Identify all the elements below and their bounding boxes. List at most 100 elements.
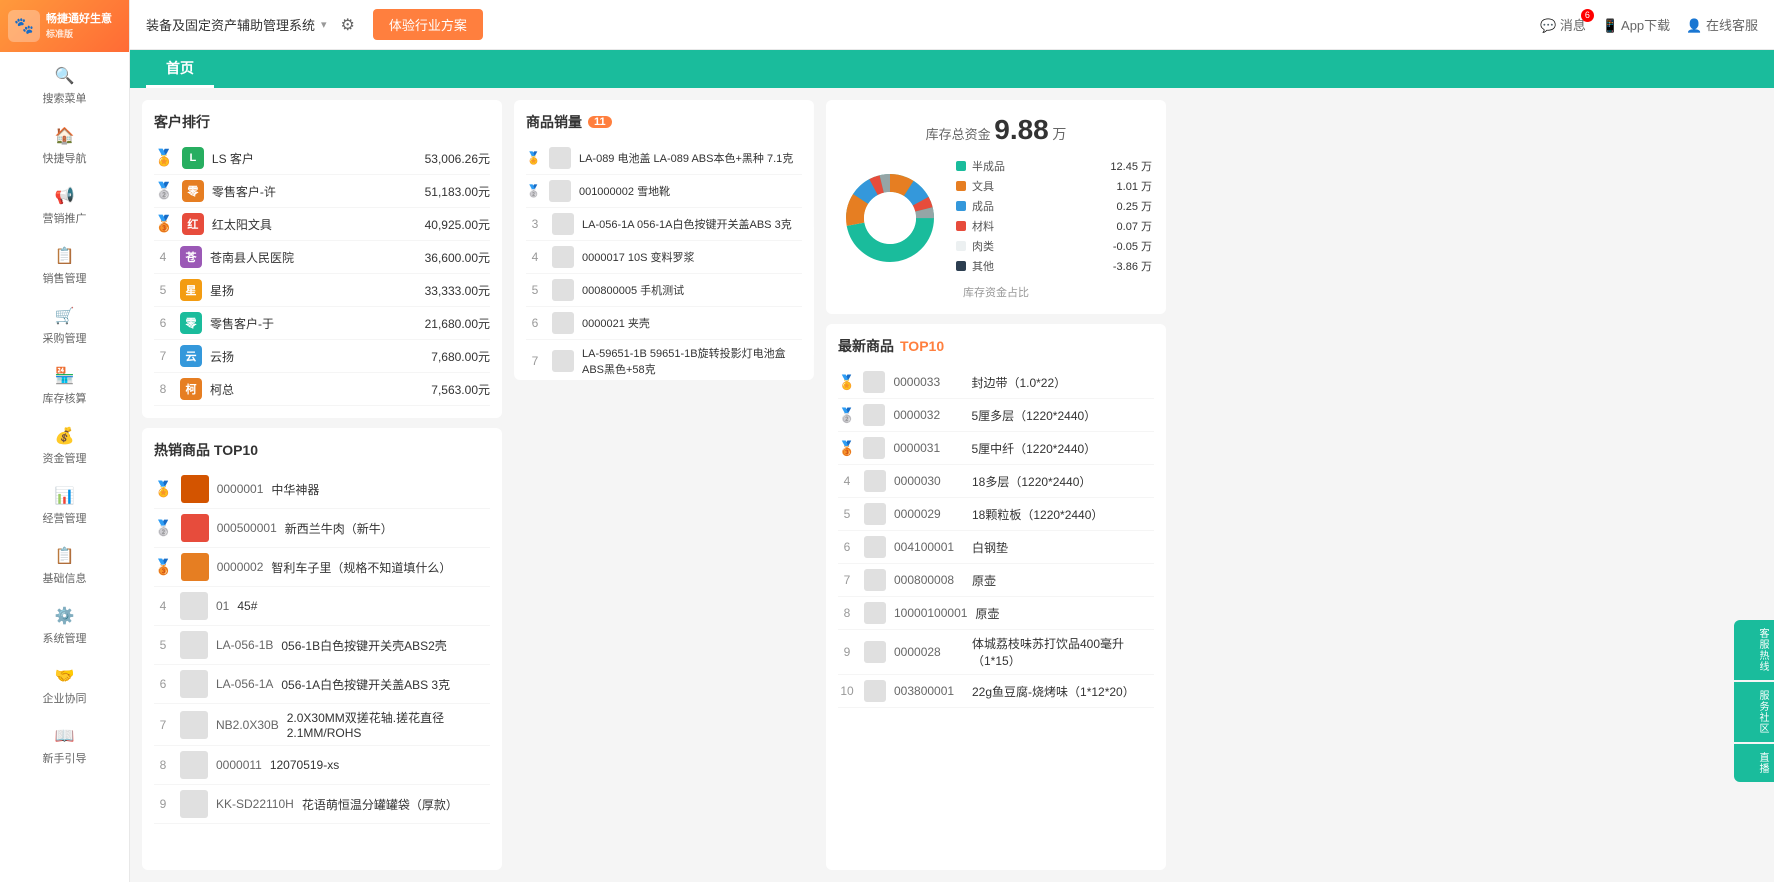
newest-product-img: [863, 371, 885, 393]
sidebar-item-sales[interactable]: 📋销售管理: [0, 236, 129, 296]
newest-product-img: [864, 680, 886, 702]
purchase-icon: 🛒: [55, 306, 75, 326]
rank-avatar: 苍: [180, 246, 202, 268]
hot-product-code: 0000002: [217, 560, 264, 574]
rank-value: 21,680.00元: [425, 315, 490, 332]
sidebar-item-quick[interactable]: 🏠快捷导航: [0, 116, 129, 176]
inventory-legend: 半成品 12.45 万 文具 1.01 万 成品 0.25 万 材料 0.07 …: [956, 158, 1152, 278]
rank-value: 51,183.00元: [425, 183, 490, 200]
rank-value: 7,680.00元: [431, 348, 490, 365]
rank-value: 40,925.00元: [425, 216, 490, 233]
sidebar-item-purchase[interactable]: 🛒采购管理: [0, 296, 129, 356]
product-rank-name: 000800005 手机测试: [582, 282, 802, 298]
newest-product-img: [864, 503, 886, 525]
topbar: 装备及固定资产辅助管理系统 ▾ ⚙ 体验行业方案 💬 消息 6 📱 App下载 …: [130, 0, 1774, 50]
hot-product-item: 🥈 000500001 新西兰牛肉（新牛）: [154, 509, 490, 548]
sidebar-item-coop[interactable]: 🤝企业协同: [0, 656, 129, 716]
app-download-button[interactable]: 📱 App下载: [1602, 15, 1670, 34]
newest-product-item: 5 0000029 18颗粒板（1220*2440）: [838, 498, 1154, 531]
dropdown-arrow-icon[interactable]: ▾: [321, 18, 327, 31]
rank-number: 3: [526, 217, 544, 231]
logo-name: 畅捷通好生意: [46, 12, 112, 27]
inventory-donut-chart: [840, 168, 940, 268]
sidebar-item-operation[interactable]: 📊经营管理: [0, 476, 129, 536]
inventory-total-unit: 万: [1052, 126, 1066, 142]
float-btn-直播[interactable]: 直播: [1734, 744, 1774, 782]
hot-product-name: 中华神器: [271, 481, 490, 498]
sidebar-item-finance[interactable]: 💰资金管理: [0, 416, 129, 476]
search-icon: 🔍: [55, 66, 75, 86]
sidebar-item-inventory[interactable]: 🏪库存核算: [0, 356, 129, 416]
silver-medal-icon: 🥈: [154, 519, 173, 537]
float-btn-客服热线[interactable]: 客服热线: [1734, 620, 1774, 680]
message-button[interactable]: 💬 消息 6: [1540, 15, 1586, 34]
product-img-placeholder: [552, 246, 574, 268]
sidebar-label-search: 搜索菜单: [43, 90, 87, 106]
trial-button[interactable]: 体验行业方案: [373, 9, 483, 40]
sidebar-item-guide[interactable]: 📖新手引导: [0, 716, 129, 776]
newest-product-name: 白钢垫: [972, 539, 1154, 556]
newest-product-item: 4 0000030 18多层（1220*2440）: [838, 465, 1154, 498]
customer-rank-item: 7 云 云扬 7,680.00元: [154, 340, 490, 373]
bronze-medal-icon: 🥉: [154, 214, 174, 234]
customer-ranking-title: 客户排行: [154, 112, 490, 132]
gold-medal-icon: 🏅: [838, 374, 855, 391]
customer-rank-item: 🥈 零 零售客户-许 51,183.00元: [154, 175, 490, 208]
product-thumbnail: [180, 711, 208, 739]
newest-products-panel: 最新商品 TOP10 🏅 0000033 封边带（1.0*22）🥈 000003…: [826, 324, 1166, 870]
newest-product-name: 原壶: [975, 605, 1154, 622]
sidebar-item-system[interactable]: ⚙️系统管理: [0, 596, 129, 656]
newest-product-code: 0000028: [894, 645, 964, 659]
legend-color-dot: [956, 161, 966, 171]
product-thumbnail: [180, 592, 208, 620]
rank-number: 7: [526, 354, 544, 368]
legend-item: 成品 0.25 万: [956, 198, 1152, 214]
rank-number: 7: [838, 573, 856, 587]
silver-medal-icon: 🥈: [526, 184, 541, 198]
product-thumbnail: [181, 475, 209, 503]
hot-product-name: 花语萌恒温分罐罐袋（厚款）: [302, 796, 490, 813]
rank-number: 5: [154, 283, 172, 297]
main-area: 装备及固定资产辅助管理系统 ▾ ⚙ 体验行业方案 💬 消息 6 📱 App下载 …: [130, 0, 1774, 882]
newest-product-name: 5厘中纤（1220*2440）: [971, 440, 1154, 457]
legend-item: 半成品 12.45 万: [956, 158, 1152, 174]
guide-icon: 📖: [55, 726, 75, 746]
float-btn-服务社区[interactable]: 服务社区: [1734, 682, 1774, 742]
coop-icon: 🤝: [55, 666, 75, 686]
newest-product-name: 5厘多层（1220*2440）: [971, 407, 1154, 424]
newest-product-name: 体城荔枝味苏打饮品400毫升（1*15）: [972, 635, 1154, 669]
newest-product-img: [864, 569, 886, 591]
rank-number: 5: [838, 507, 856, 521]
rank-avatar: 红: [182, 213, 204, 235]
online-service-button[interactable]: 👤 在线客服: [1686, 15, 1758, 34]
legend-color-dot: [956, 201, 966, 211]
sidebar-item-marketing[interactable]: 📢营销推广: [0, 176, 129, 236]
product-thumbnail: [181, 553, 209, 581]
newest-product-code: 004100001: [894, 540, 964, 554]
right-column: 库存总资金 9.88 万: [826, 100, 1166, 870]
rank-number: 7: [154, 718, 172, 732]
bronze-medal-icon: 🥉: [838, 440, 855, 457]
topbar-title: 装备及固定资产辅助管理系统 ▾: [146, 15, 327, 34]
product-img-placeholder: [552, 213, 574, 235]
legend-value: 0.07 万: [1117, 218, 1152, 234]
settings-icon[interactable]: ⚙: [341, 15, 355, 35]
product-rank-item: 🏅 LA-089 电池盖 LA-089 ABS本色+黑种 7.1克: [526, 142, 802, 175]
sidebar-nav: 🔍 搜索菜单 🏠快捷导航📢营销推广📋销售管理🛒采购管理🏪库存核算💰资金管理📊经营管理…: [0, 52, 129, 882]
hot-product-name: 45#: [237, 599, 490, 613]
newest-product-name: 原壶: [972, 572, 1154, 589]
sidebar-item-basic[interactable]: 📋基础信息: [0, 536, 129, 596]
rank-number: 6: [154, 677, 172, 691]
customer-rank-item: 5 星 星扬 33,333.00元: [154, 274, 490, 307]
legend-label: 文具: [972, 178, 1111, 194]
legend-value: 0.25 万: [1117, 198, 1152, 214]
tab-home[interactable]: 首页: [146, 50, 214, 88]
sidebar-item-search[interactable]: 🔍 搜索菜单: [0, 56, 129, 116]
legend-label: 其他: [972, 258, 1107, 274]
legend-label: 肉类: [972, 238, 1107, 254]
customer-rank-item: 6 零 零售客户-于 21,680.00元: [154, 307, 490, 340]
rank-avatar: 零: [180, 312, 202, 334]
newest-product-item: 10 003800001 22g鱼豆腐-烧烤味（1*12*20）: [838, 675, 1154, 708]
hot-product-code: 01: [216, 599, 229, 613]
legend-value: -0.05 万: [1113, 238, 1152, 254]
